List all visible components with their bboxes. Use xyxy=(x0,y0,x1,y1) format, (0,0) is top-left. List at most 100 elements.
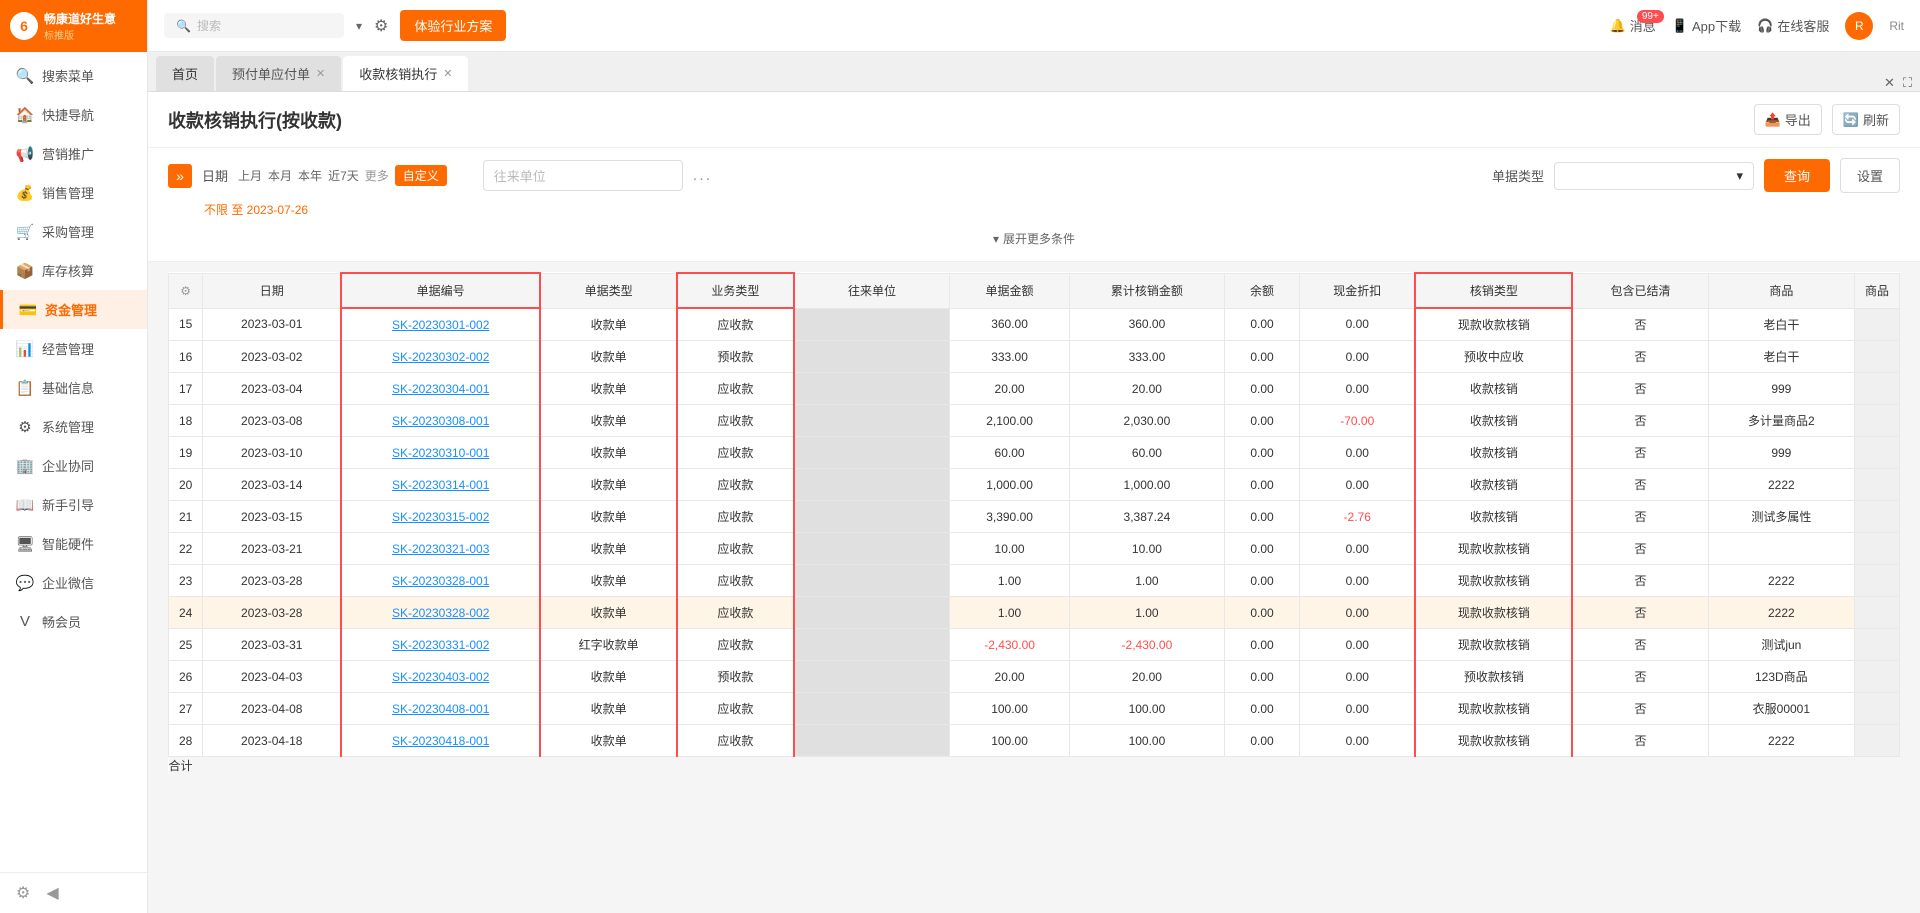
sidebar: 6 畅康道好生意 标推版 🔍 搜索菜单 🏠 快捷导航 📢 营销推广 💰 销售管理… xyxy=(0,0,148,913)
cell-bill-no[interactable]: SK-20230321-003 xyxy=(341,533,540,565)
tab-collection-close[interactable]: ✕ xyxy=(443,67,452,80)
sidebar-item-search[interactable]: 🔍 搜索菜单 xyxy=(0,56,147,95)
cell-product: 测试多属性 xyxy=(1708,501,1854,533)
cell-bill-no[interactable]: SK-20230331-002 xyxy=(341,629,540,661)
cell-product-img xyxy=(1854,469,1899,501)
partner-input[interactable]: 往来单位 xyxy=(483,160,683,191)
cell-partner: XXXXXXXXX xyxy=(794,341,950,373)
cell-balance: 0.00 xyxy=(1224,373,1299,405)
cell-bill-no[interactable]: SK-20230408-001 xyxy=(341,693,540,725)
table-row: 272023-04-08SK-20230408-001收款单应收款XXXXXXX… xyxy=(169,693,1900,725)
refresh-icon: 🔄 xyxy=(1843,112,1859,128)
sidebar-logo: 6 畅康道好生意 标推版 xyxy=(0,0,147,52)
cell-bill-no[interactable]: SK-20230304-001 xyxy=(341,373,540,405)
date-opt-7days[interactable]: 近7天 xyxy=(328,167,359,184)
bill-type-select[interactable]: ▾ xyxy=(1554,162,1754,190)
cell-bill-no[interactable]: SK-20230302-002 xyxy=(341,341,540,373)
home-icon: 🏠 xyxy=(16,106,34,124)
chevron-down-icon: ▾ xyxy=(1736,168,1743,184)
cell-biz-type: 应收款 xyxy=(677,629,794,661)
table-row: 182023-03-08SK-20230308-001收款单应收款XXXXXXX… xyxy=(169,405,1900,437)
cell-product-img xyxy=(1854,661,1899,693)
cell-bill-no[interactable]: SK-20230314-001 xyxy=(341,469,540,501)
username-display[interactable]: Rit xyxy=(1889,19,1904,33)
cell-bill-no[interactable]: SK-20230315-002 xyxy=(341,501,540,533)
refresh-btn[interactable]: 🔄 刷新 xyxy=(1832,104,1900,135)
sidebar-item-finance[interactable]: 💳 资金管理 xyxy=(0,290,147,329)
filter-expand-btn[interactable]: » xyxy=(168,164,192,188)
tab-collection[interactable]: 收款核销执行 ✕ xyxy=(343,56,468,91)
cell-verified: 1.00 xyxy=(1069,597,1224,629)
sidebar-item-sales[interactable]: 💰 销售管理 xyxy=(0,173,147,212)
cell-bill-no[interactable]: SK-20230328-001 xyxy=(341,565,540,597)
tab-prepay-close[interactable]: ✕ xyxy=(316,67,325,80)
date-opt-more[interactable]: 更多 xyxy=(365,167,389,184)
table-row: 222023-03-21SK-20230321-003收款单应收款XXXXXXX… xyxy=(169,533,1900,565)
cell-verify-type: 现款收款核销 xyxy=(1415,693,1572,725)
cell-verify-type: 现款收款核销 xyxy=(1415,629,1572,661)
cell-seq: 18 xyxy=(169,405,203,437)
app-download-btn[interactable]: 📱 App下载 xyxy=(1672,16,1741,35)
filter-settings-btn[interactable]: 设置 xyxy=(1840,158,1900,193)
cell-bill-no[interactable]: SK-20230328-002 xyxy=(341,597,540,629)
custom-date-btn[interactable]: 自定义 xyxy=(395,165,447,186)
cell-biz-type: 应收款 xyxy=(677,725,794,757)
th-include-settled: 包含已结清 xyxy=(1572,273,1708,308)
sidebar-item-system[interactable]: ⚙ 系统管理 xyxy=(0,407,147,446)
sidebar-item-marketing[interactable]: 📢 营销推广 xyxy=(0,134,147,173)
notification-btn[interactable]: 🔔 消息 99+ xyxy=(1610,16,1656,35)
cell-discount: 0.00 xyxy=(1300,341,1416,373)
cell-date: 2023-04-08 xyxy=(203,693,341,725)
export-icon: 📤 xyxy=(1765,112,1781,128)
col-settings-btn[interactable]: ⚙ xyxy=(169,273,203,308)
th-verify-type: 核销类型 xyxy=(1415,273,1572,308)
cell-bill-no[interactable]: SK-20230301-002 xyxy=(341,308,540,341)
cell-bill-no[interactable]: SK-20230418-001 xyxy=(341,725,540,757)
cell-verify-type: 现款收款核销 xyxy=(1415,308,1572,341)
th-bill-no: 单据编号 xyxy=(341,273,540,308)
cell-bill-no[interactable]: SK-20230403-002 xyxy=(341,661,540,693)
cell-bill-no[interactable]: SK-20230310-001 xyxy=(341,437,540,469)
tab-home[interactable]: 首页 xyxy=(156,56,214,91)
cell-amount: 10.00 xyxy=(950,533,1070,565)
cell-product-img xyxy=(1854,405,1899,437)
cell-bill-no[interactable]: SK-20230308-001 xyxy=(341,405,540,437)
export-btn[interactable]: 📤 导出 xyxy=(1754,104,1822,135)
sidebar-item-hardware[interactable]: 🖥 智能硬件 xyxy=(0,524,147,563)
sidebar-item-purchase[interactable]: 🛒 采购管理 xyxy=(0,212,147,251)
collapse-icon[interactable]: ◀ xyxy=(46,883,58,903)
cell-verified: 360.00 xyxy=(1069,308,1224,341)
cell-biz-type: 应收款 xyxy=(677,533,794,565)
topbar-search[interactable]: 🔍 搜索 xyxy=(164,13,344,38)
vip-icon: V xyxy=(16,613,34,631)
cell-include-settled: 否 xyxy=(1572,373,1708,405)
dropdown-icon[interactable]: ▾ xyxy=(356,19,362,33)
cell-biz-type: 应收款 xyxy=(677,308,794,341)
settings-icon[interactable]: ⚙ xyxy=(16,883,30,903)
tab-prepay[interactable]: 预付单应付单 ✕ xyxy=(216,56,341,91)
sidebar-item-corp[interactable]: 🏢 企业协同 xyxy=(0,446,147,485)
expand-more-btn[interactable]: ▾ 展开更多条件 xyxy=(168,226,1900,251)
user-avatar[interactable]: R xyxy=(1845,12,1873,40)
online-service-btn[interactable]: 🎧 在线客服 xyxy=(1757,16,1829,35)
cell-seq: 22 xyxy=(169,533,203,565)
trial-btn[interactable]: 体验行业方案 xyxy=(400,10,506,41)
date-opt-this-month[interactable]: 本月 xyxy=(268,167,292,184)
tab-close-all[interactable]: ✕ xyxy=(1884,75,1895,91)
sidebar-item-guide[interactable]: 📖 新手引导 xyxy=(0,485,147,524)
sidebar-item-operation[interactable]: 📊 经营管理 xyxy=(0,329,147,368)
cell-partner: XXXXXXXXX xyxy=(794,405,950,437)
sidebar-item-wechat[interactable]: 💬 企业微信 xyxy=(0,563,147,602)
query-btn[interactable]: 查询 xyxy=(1764,159,1830,192)
tab-expand[interactable]: ⛶ xyxy=(1903,75,1912,91)
topbar-gear-icon[interactable]: ⚙ xyxy=(374,16,388,36)
cell-seq: 25 xyxy=(169,629,203,661)
th-product: 商品 xyxy=(1708,273,1854,308)
sidebar-item-inventory[interactable]: 📦 库存核算 xyxy=(0,251,147,290)
date-opt-last-month[interactable]: 上月 xyxy=(238,167,262,184)
money-icon: 💰 xyxy=(16,184,34,202)
sidebar-item-quicknav[interactable]: 🏠 快捷导航 xyxy=(0,95,147,134)
sidebar-item-basic[interactable]: 📋 基础信息 xyxy=(0,368,147,407)
sidebar-item-vip[interactable]: V 畅会员 xyxy=(0,602,147,641)
date-opt-this-year[interactable]: 本年 xyxy=(298,167,322,184)
